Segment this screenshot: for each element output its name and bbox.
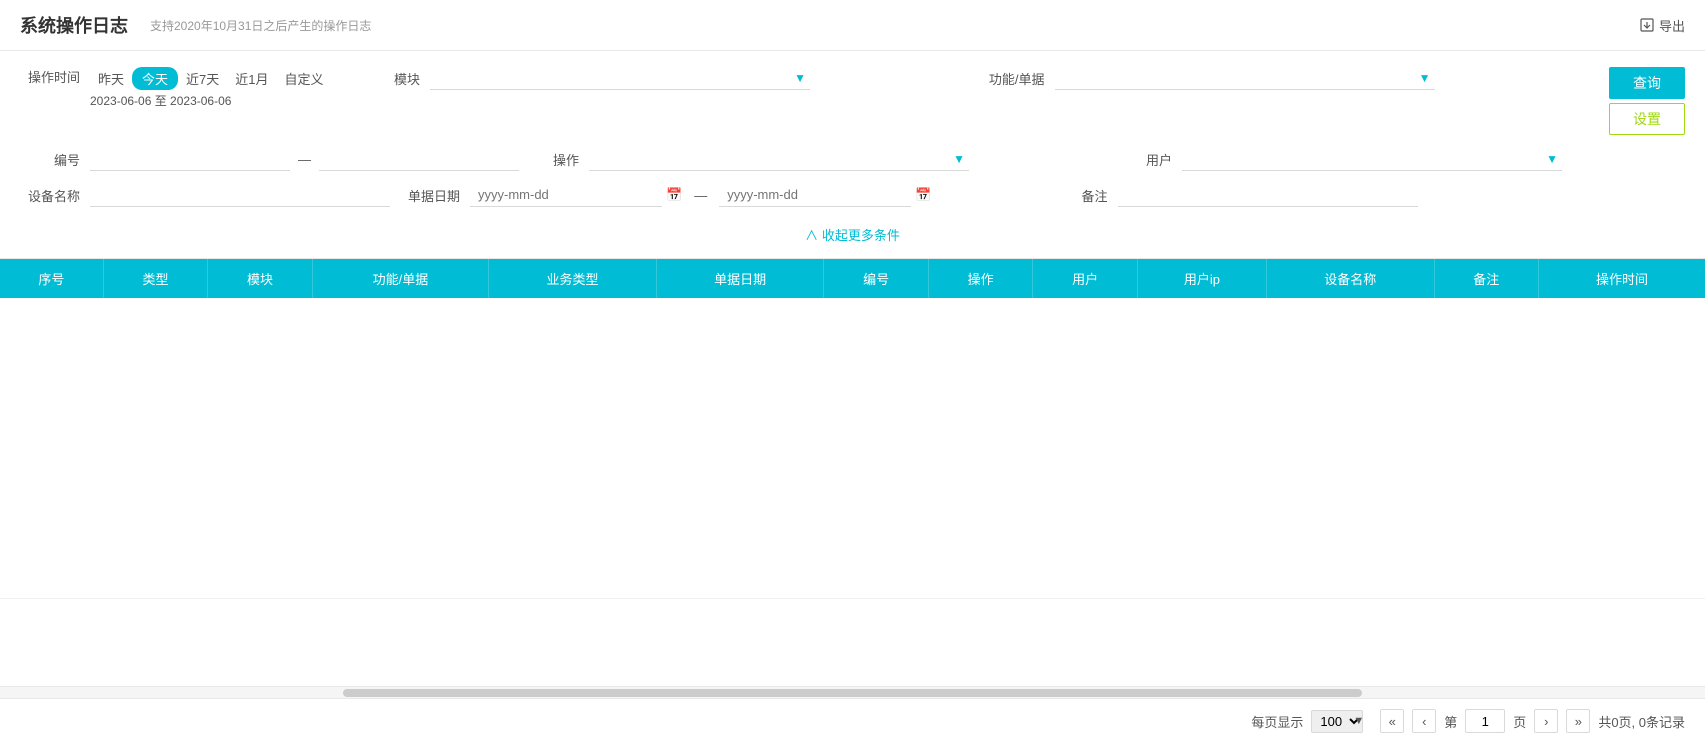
table-header-序号: 序号 — [0, 259, 103, 298]
number-end-input[interactable] — [319, 147, 519, 171]
module-label: 模块 — [360, 69, 430, 88]
user-label: 用户 — [1102, 150, 1182, 169]
export-label: 导出 — [1659, 16, 1685, 35]
page-subtitle: 支持2020年10月31日之后产生的操作日志 — [150, 17, 371, 34]
operation-dropdown-icon: ▼ — [953, 152, 965, 166]
table-header-编号: 编号 — [824, 259, 928, 298]
date-end-input[interactable] — [719, 183, 911, 207]
time-btn-today[interactable]: 今天 — [132, 67, 178, 90]
first-page-button[interactable]: « — [1380, 709, 1404, 733]
page-suffix: 页 — [1513, 712, 1526, 731]
horizontal-scrollbar[interactable] — [0, 686, 1705, 698]
page-size-select[interactable]: 100 50 200 — [1311, 710, 1363, 733]
table-header-操作: 操作 — [928, 259, 1032, 298]
page-size-label: 每页显示 — [1251, 712, 1303, 731]
function-dropdown-icon: ▼ — [1419, 71, 1431, 85]
table-header-功能/单据: 功能/单据 — [312, 259, 488, 298]
date-start-input[interactable] — [470, 183, 662, 207]
time-btn-1month[interactable]: 近1月 — [227, 67, 276, 90]
note-label: 备注 — [1038, 186, 1118, 205]
pagination: 每页显示 100 50 200 ▼ « ‹ 第 页 › » 共0页, 0条记录 — [0, 698, 1705, 743]
settings-button[interactable]: 设置 — [1609, 103, 1685, 135]
table-header-用户ip: 用户ip — [1137, 259, 1266, 298]
device-label: 设备名称 — [20, 186, 90, 205]
page-number-input[interactable] — [1465, 709, 1505, 733]
query-button[interactable]: 查询 — [1609, 67, 1685, 99]
function-select[interactable]: ▼ — [1055, 67, 1435, 90]
time-label: 操作时间 — [20, 67, 90, 86]
table-header-操作时间: 操作时间 — [1539, 259, 1705, 298]
device-input[interactable] — [90, 183, 390, 207]
operation-label: 操作 — [519, 150, 589, 169]
table-header-备注: 备注 — [1434, 259, 1538, 298]
table-header-模块: 模块 — [208, 259, 312, 298]
data-table: 序号类型模块功能/单据业务类型单据日期编号操作用户用户ip设备名称备注操作时间 — [0, 259, 1705, 686]
table-header-设备名称: 设备名称 — [1266, 259, 1434, 298]
number-label: 编号 — [20, 150, 90, 169]
number-dash: — — [290, 152, 319, 167]
page-total: 共0页, 0条记录 — [1598, 712, 1685, 731]
time-btn-yesterday[interactable]: 昨天 — [90, 67, 132, 90]
time-range: 2023-06-06 至 2023-06-06 — [90, 92, 332, 109]
scrollbar-thumb[interactable] — [343, 689, 1361, 697]
collapse-button[interactable]: ∧ 收起更多条件 — [20, 219, 1685, 250]
calendar-icon-start[interactable]: 📅 — [666, 187, 682, 203]
page-label: 第 — [1444, 712, 1457, 731]
date-label: 单据日期 — [390, 186, 470, 205]
page-title: 系统操作日志 — [20, 12, 128, 38]
module-select[interactable]: ▼ — [430, 67, 810, 90]
user-dropdown-icon: ▼ — [1546, 152, 1558, 166]
function-label: 功能/单据 — [975, 69, 1055, 88]
module-dropdown-icon: ▼ — [794, 71, 806, 85]
prev-page-button[interactable]: ‹ — [1412, 709, 1436, 733]
table-header-类型: 类型 — [103, 259, 207, 298]
user-select[interactable]: ▼ — [1182, 148, 1562, 171]
table-header-单据日期: 单据日期 — [656, 259, 824, 298]
export-button[interactable]: 导出 — [1639, 16, 1685, 35]
time-btn-7days[interactable]: 近7天 — [178, 67, 227, 90]
next-page-button[interactable]: › — [1534, 709, 1558, 733]
operation-select[interactable]: ▼ — [589, 148, 969, 171]
last-page-button[interactable]: » — [1566, 709, 1590, 733]
note-input[interactable] — [1118, 183, 1418, 207]
date-dash: — — [686, 188, 715, 203]
table-header-业务类型: 业务类型 — [489, 259, 657, 298]
table-header-用户: 用户 — [1033, 259, 1137, 298]
collapse-icon: ∧ — [805, 228, 818, 243]
empty-state — [0, 298, 1705, 598]
time-btn-custom[interactable]: 自定义 — [277, 67, 332, 90]
collapse-label: 收起更多条件 — [822, 228, 900, 243]
number-start-input[interactable] — [90, 147, 290, 171]
export-icon — [1639, 17, 1655, 33]
calendar-icon-end[interactable]: 📅 — [915, 187, 931, 203]
